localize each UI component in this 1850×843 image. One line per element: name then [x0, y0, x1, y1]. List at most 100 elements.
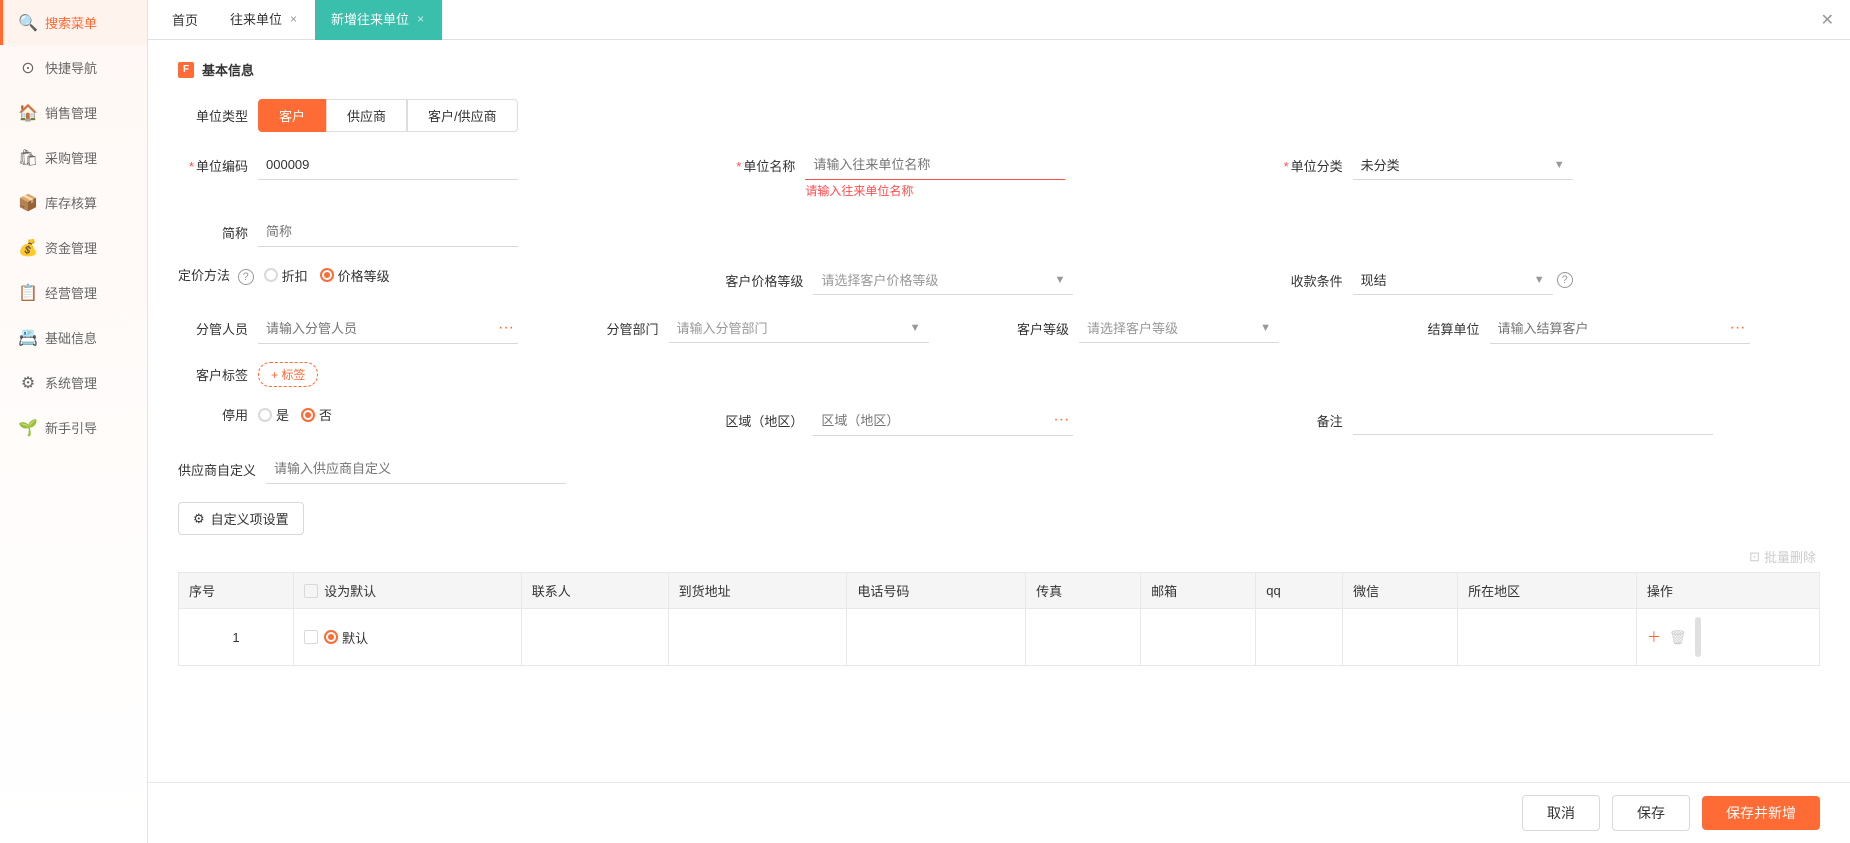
batch-delete-label[interactable]: 批量删除: [1764, 547, 1816, 566]
short-name-input[interactable]: [258, 217, 518, 247]
region-more-btn[interactable]: ···: [1049, 411, 1073, 429]
tab-home[interactable]: 首页: [156, 0, 214, 40]
table-action-group: ＋ 🗑: [1647, 617, 1809, 657]
row-phone: [847, 609, 1026, 666]
row-address: [668, 609, 847, 666]
add-row-icon[interactable]: ＋: [1647, 627, 1661, 647]
save-new-button[interactable]: 保存并新增: [1702, 796, 1820, 830]
delete-row-icon[interactable]: 🗑: [1669, 629, 1687, 646]
unit-name-error: 请输入往来单位名称: [805, 182, 913, 199]
customer-level-select[interactable]: 请选择客户等级 ▼: [1079, 313, 1279, 343]
col-qq: qq: [1256, 573, 1343, 609]
sidebar-label-search: 搜索菜单: [45, 13, 97, 32]
disabled-no-label: 否: [319, 405, 332, 424]
sidebar-item-basic-info[interactable]: 📇 基础信息: [0, 315, 147, 360]
add-tag-button[interactable]: + 标签: [258, 362, 318, 387]
short-name-field: 简称: [178, 217, 1820, 247]
pricing-method-help-icon[interactable]: ?: [238, 269, 254, 285]
supervisor-input[interactable]: [258, 313, 494, 343]
row-wechat: [1343, 609, 1458, 666]
department-placeholder: 请输入分管部门: [677, 318, 910, 337]
disabled-yes-label: 是: [276, 405, 289, 424]
unit-type-field: 单位类型 客户 供应商 客户/供应商: [178, 99, 1820, 132]
pricing-level-radio-outer: [320, 268, 334, 282]
region-field: 区域（地区） ···: [725, 405, 1272, 436]
pricing-method-radio: 折扣 价格等级: [264, 266, 390, 285]
settlement-unit-input[interactable]: [1490, 313, 1726, 343]
sidebar-item-search[interactable]: 🔍 搜索菜单: [0, 0, 147, 45]
quick-nav-icon: ⊙: [19, 59, 37, 77]
department-arrow: ▼: [910, 322, 921, 334]
unit-type-customer-btn[interactable]: 客户: [258, 99, 326, 132]
sidebar-item-operations[interactable]: 📋 经营管理: [0, 270, 147, 315]
sidebar-item-system[interactable]: ⚙ 系统管理: [0, 360, 147, 405]
unit-category-value: 未分类: [1361, 155, 1554, 174]
row-fax: [1026, 609, 1141, 666]
basic-info-section: F 基本信息 单位类型 客户 供应商 客户/供应商 *单位编: [148, 40, 1850, 686]
disabled-yes-radio-outer: [258, 408, 272, 422]
sidebar-item-inventory[interactable]: 📦 库存核算: [0, 180, 147, 225]
row-default-radio[interactable]: 默认: [324, 628, 368, 647]
sidebar-label-inventory: 库存核算: [45, 193, 97, 212]
main-area: 首页 往来单位 × 新增往来单位 × ✕ F 基本信息 单位类型 客户: [148, 0, 1850, 843]
pricing-level-radio-inner: [324, 272, 330, 278]
unit-type-both-btn[interactable]: 客户/供应商: [407, 99, 518, 132]
batch-delete-icon: ⊡: [1749, 549, 1760, 565]
sales-icon: 🏠: [19, 104, 37, 122]
tab-unit-list[interactable]: 往来单位 ×: [214, 0, 315, 40]
unit-category-select[interactable]: 未分类 ▼: [1353, 150, 1573, 180]
customer-price-level-select[interactable]: 请选择客户价格等级 ▼: [813, 265, 1073, 295]
notes-input[interactable]: [1353, 405, 1713, 435]
section-title: F 基本信息: [178, 60, 1820, 79]
customer-level-field: 客户等级 请选择客户等级 ▼: [999, 313, 1410, 343]
payment-terms-help-icon[interactable]: ?: [1557, 272, 1573, 288]
col-action: 操作: [1636, 573, 1819, 609]
department-select[interactable]: 请输入分管部门 ▼: [669, 313, 929, 343]
cancel-button[interactable]: 取消: [1522, 795, 1600, 831]
sidebar-item-quick-nav[interactable]: ⊙ 快捷导航: [0, 45, 147, 90]
disabled-no-radio[interactable]: 否: [301, 405, 332, 424]
unit-category-arrow: ▼: [1554, 159, 1565, 171]
row-no: 1: [179, 609, 294, 666]
payment-terms-select[interactable]: 现结 ▼: [1353, 265, 1553, 295]
payment-terms-arrow: ▼: [1534, 274, 1545, 286]
sidebar-item-purchase[interactable]: 🛍 采购管理: [0, 135, 147, 180]
tab-new-unit[interactable]: 新增往来单位 ×: [315, 0, 442, 40]
row-checkbox[interactable]: [304, 630, 318, 644]
sidebar-item-new-user[interactable]: 🌱 新手引导: [0, 405, 147, 450]
settlement-unit-more-btn[interactable]: ···: [1726, 319, 1750, 337]
disabled-yes-radio[interactable]: 是: [258, 405, 289, 424]
supplier-custom-input[interactable]: [266, 454, 566, 484]
contacts-table: 序号 设为默认 联系人 到货地址 电话号码 传真 邮箱 qq: [178, 572, 1820, 666]
operations-icon: 📋: [19, 284, 37, 302]
customer-tags-row: 客户标签 + 标签: [178, 362, 1820, 387]
pricing-level-radio[interactable]: 价格等级: [320, 266, 390, 285]
pricing-discount-radio[interactable]: 折扣: [264, 266, 308, 285]
window-close-button[interactable]: ✕: [1813, 10, 1842, 30]
row-contact: [521, 609, 668, 666]
unit-code-input[interactable]: [258, 150, 518, 180]
scroll-handle[interactable]: [1695, 617, 1701, 657]
save-button[interactable]: 保存: [1612, 795, 1690, 831]
sidebar-label-system: 系统管理: [45, 373, 97, 392]
supervisor-more-btn[interactable]: ···: [494, 319, 518, 337]
tab-close-unit-list[interactable]: ×: [288, 12, 299, 26]
custom-settings-button[interactable]: ⚙ 自定义项设置: [178, 502, 304, 535]
new-user-icon: 🌱: [19, 419, 37, 437]
region-input[interactable]: [813, 405, 1049, 435]
sidebar-item-sales[interactable]: 🏠 销售管理: [0, 90, 147, 135]
region-label: 区域（地区）: [725, 411, 813, 430]
settings-icon: ⚙: [193, 511, 205, 527]
payment-terms-label: 收款条件: [1273, 271, 1353, 290]
tab-close-new-unit[interactable]: ×: [415, 12, 426, 26]
disabled-field: 停用 是 否: [178, 405, 725, 424]
supplier-custom-field: 供应商自定义: [178, 454, 1820, 484]
select-all-checkbox[interactable]: [304, 584, 318, 598]
disabled-row: 停用 是 否 区: [178, 405, 1820, 436]
unit-type-supplier-btn[interactable]: 供应商: [326, 99, 407, 132]
unit-name-input[interactable]: [805, 150, 1065, 180]
col-contact: 联系人: [521, 573, 668, 609]
pricing-discount-radio-outer: [264, 268, 278, 282]
sidebar-item-finance[interactable]: 💰 资金管理: [0, 225, 147, 270]
pricing-level-label: 价格等级: [338, 266, 390, 285]
